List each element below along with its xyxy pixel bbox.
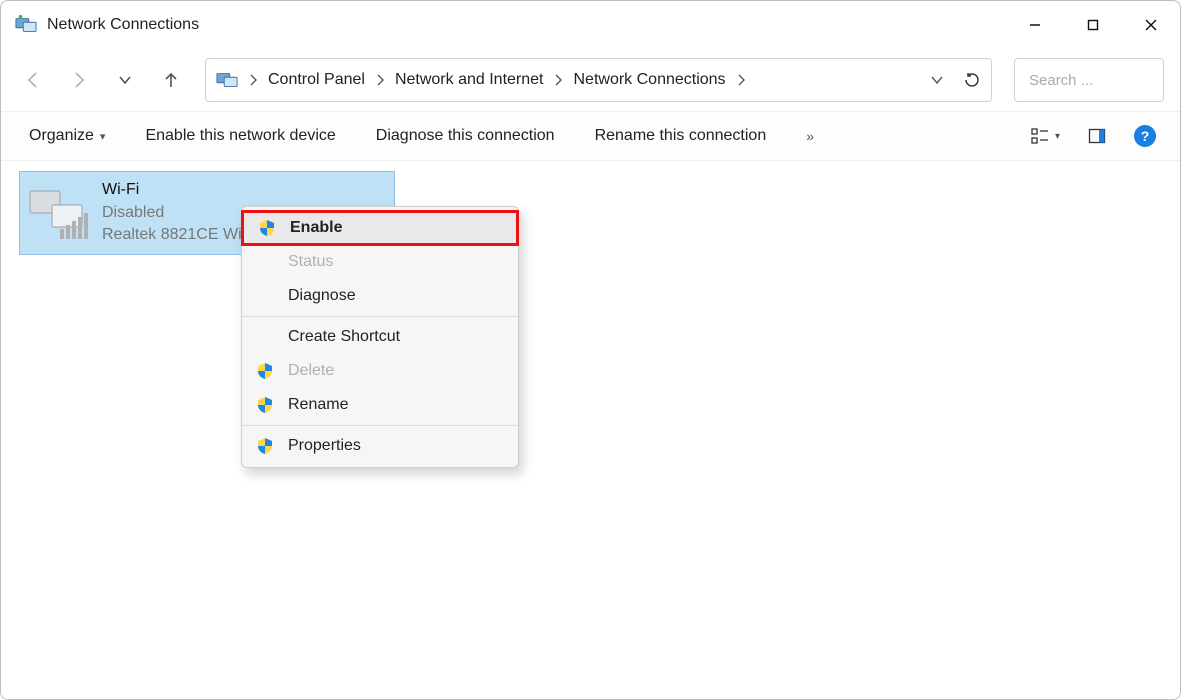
breadcrumb-item[interactable]: Network and Internet: [395, 71, 544, 89]
close-button[interactable]: [1122, 1, 1180, 49]
window-title: Network Connections: [47, 16, 199, 34]
maximize-button[interactable]: [1064, 1, 1122, 49]
view-options-button[interactable]: ▾: [1031, 127, 1060, 145]
breadcrumb-item[interactable]: Control Panel: [268, 71, 365, 89]
shield-icon: [258, 219, 276, 237]
address-history-button[interactable]: [929, 72, 945, 88]
ctx-properties[interactable]: Properties: [242, 429, 518, 463]
breadcrumb-item[interactable]: Network Connections: [573, 71, 725, 89]
ctx-delete: Delete: [242, 354, 518, 388]
preview-pane-button[interactable]: [1088, 127, 1106, 145]
enable-device-button[interactable]: Enable this network device: [145, 127, 335, 145]
ctx-label: Delete: [288, 362, 334, 380]
ctx-status: Status: [242, 245, 518, 279]
help-button[interactable]: ?: [1134, 125, 1156, 147]
nav-back-button[interactable]: [21, 68, 45, 92]
refresh-button[interactable]: [963, 71, 981, 89]
separator: [242, 425, 518, 426]
ctx-label: Rename: [288, 396, 348, 414]
chevron-right-icon[interactable]: [736, 73, 746, 87]
rename-button[interactable]: Rename this connection: [595, 127, 767, 145]
organize-label: Organize: [29, 127, 94, 145]
chevron-right-icon[interactable]: [553, 73, 563, 87]
search-input[interactable]: [1027, 71, 1181, 90]
chevron-right-icon[interactable]: [375, 73, 385, 87]
ctx-rename[interactable]: Rename: [242, 388, 518, 422]
search-box[interactable]: [1014, 58, 1164, 102]
adapter-icon: [28, 183, 92, 243]
adapter-status: Disabled: [102, 202, 242, 224]
minimize-button[interactable]: [1006, 1, 1064, 49]
context-menu: Enable Status Diagnose Create Shortcut: [241, 206, 519, 468]
nav-up-button[interactable]: [159, 68, 183, 92]
organize-button[interactable]: Organize ▾: [29, 127, 105, 145]
ctx-label: Enable: [290, 219, 342, 237]
chevron-down-icon: ▾: [1055, 131, 1060, 142]
nav-forward-button[interactable]: [67, 68, 91, 92]
ctx-diagnose[interactable]: Diagnose: [242, 279, 518, 313]
ctx-label: Diagnose: [288, 287, 356, 305]
adapter-device: Realtek 8821CE Wi: [102, 224, 242, 246]
address-bar-icon: [216, 69, 238, 91]
ctx-label: Properties: [288, 437, 361, 455]
app-icon: [15, 14, 37, 36]
diagnose-button[interactable]: Diagnose this connection: [376, 127, 555, 145]
separator: [242, 316, 518, 317]
ctx-label: Status: [288, 253, 333, 271]
chevron-right-icon[interactable]: [248, 73, 258, 87]
nav-recent-button[interactable]: [113, 68, 137, 92]
shield-icon: [256, 396, 274, 414]
ctx-enable[interactable]: Enable: [241, 210, 519, 246]
address-bar[interactable]: Control Panel Network and Internet Netwo…: [205, 58, 992, 102]
ctx-create-shortcut[interactable]: Create Shortcut: [242, 320, 518, 354]
adapter-name: Wi-Fi: [102, 179, 242, 201]
chevron-down-icon: ▾: [100, 130, 106, 143]
shield-icon: [256, 362, 274, 380]
ctx-label: Create Shortcut: [288, 328, 400, 346]
overflow-button[interactable]: »: [806, 128, 812, 144]
shield-icon: [256, 437, 274, 455]
